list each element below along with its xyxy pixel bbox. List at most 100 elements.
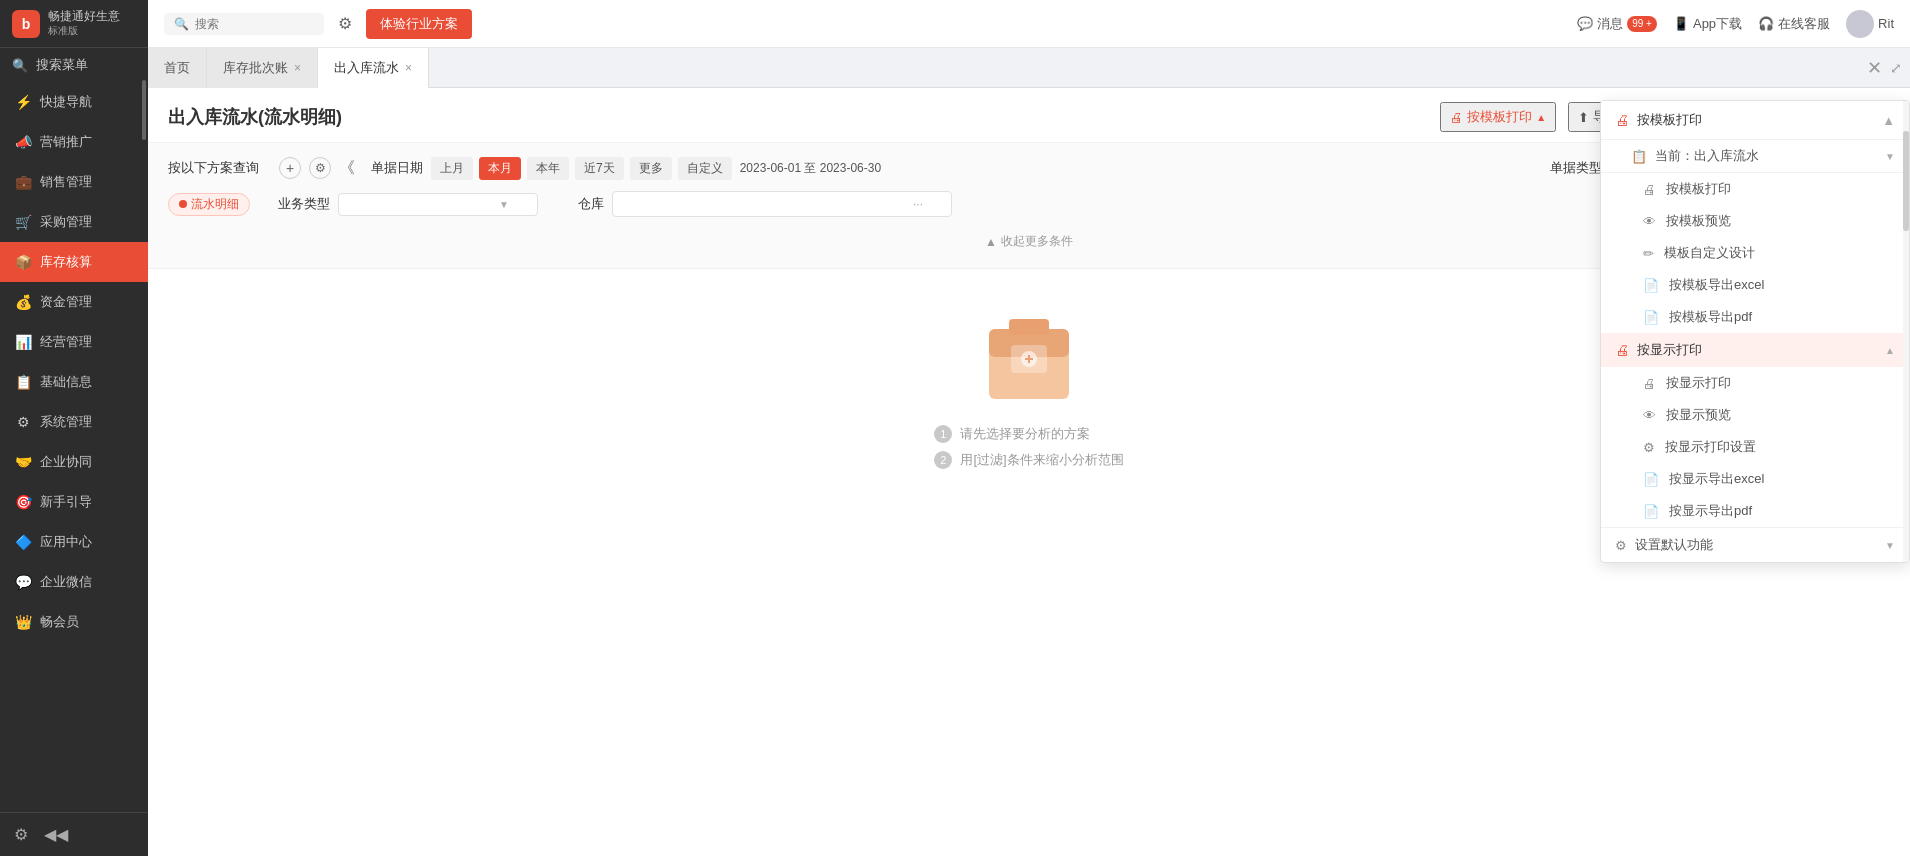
trial-button[interactable]: 体验行业方案: [366, 9, 472, 39]
dp-item-export-pdf-template[interactable]: 📄 按模板导出pdf: [1601, 301, 1909, 333]
chevron-up-icon: ▲: [985, 235, 997, 249]
sidebar-item-finance[interactable]: 💰 资金管理: [0, 282, 148, 322]
sidebar-item-label: 新手引导: [40, 493, 92, 511]
warehouse-more: ···: [913, 197, 923, 211]
business-type-label: 业务类型: [278, 195, 330, 213]
filter-label: 按以下方案查询: [168, 159, 259, 177]
tab-flow[interactable]: 出入库流水 ×: [318, 48, 429, 88]
date-btn-custom[interactable]: 自定义: [678, 157, 732, 180]
message-item[interactable]: 💬 消息 99 +: [1577, 15, 1657, 33]
sidebar-item-marketing[interactable]: 📣 营销推广: [0, 122, 148, 162]
filter-setting-button[interactable]: ⚙: [309, 157, 331, 179]
date-group: 上月 本月 本年 近7天 更多 自定义: [431, 157, 732, 180]
tab-batch-close[interactable]: ×: [294, 61, 301, 75]
page-title: 出入库流水(流水明细): [168, 105, 342, 129]
tab-flow-label: 出入库流水: [334, 59, 399, 77]
quick-nav-icon: ⚡: [14, 94, 32, 110]
printer-icon: 🖨: [1643, 182, 1656, 197]
user-name: Rit: [1878, 16, 1894, 31]
sidebar-item-operation[interactable]: 📊 经营管理: [0, 322, 148, 362]
warehouse-select[interactable]: ···: [612, 191, 952, 217]
dp-item-preview-display[interactable]: 👁 按显示预览: [1601, 399, 1909, 431]
sidebar-logo: b 畅捷通好生意 标准版: [0, 0, 148, 48]
date-btn-more[interactable]: 更多: [630, 157, 672, 180]
user-avatar: [1846, 10, 1874, 38]
sidebar-item-system[interactable]: ⚙ 系统管理: [0, 402, 148, 442]
set-default-caret-icon: ▼: [1885, 540, 1895, 551]
sidebar-item-label: 快捷导航: [40, 93, 92, 111]
headset-icon: 🎧: [1758, 16, 1774, 31]
sidebar-item-vip[interactable]: 👑 畅会员: [0, 602, 148, 642]
sidebar-item-wechat[interactable]: 💬 企业微信: [0, 562, 148, 602]
hint-2: 2 用[过滤]条件来缩小分析范围: [934, 451, 1123, 469]
app-badge: 标准版: [48, 24, 120, 38]
dp-item-design-template[interactable]: ✏ 模板自定义设计: [1601, 237, 1909, 269]
search-menu-item[interactable]: 🔍 搜索菜单: [0, 48, 148, 82]
svg-rect-2: [1009, 319, 1049, 335]
date-btn-this-month[interactable]: 本月: [479, 157, 521, 180]
current-caret-icon: ▼: [1885, 151, 1895, 162]
dp-header: 🖨 按模板打印 ▲: [1601, 101, 1909, 140]
message-badge: 99 +: [1627, 16, 1657, 32]
excel2-icon: 📄: [1643, 472, 1659, 487]
business-type-caret-icon: ▼: [499, 199, 509, 210]
sidebar-item-basic[interactable]: 📋 基础信息: [0, 362, 148, 402]
sidebar-item-label: 基础信息: [40, 373, 92, 391]
tab-flow-close[interactable]: ×: [405, 61, 412, 75]
cooperation-icon: 🤝: [14, 454, 32, 470]
current-selection-label: 当前：出入库流水: [1655, 147, 1759, 165]
expand-window-icon[interactable]: ⤢: [1890, 60, 1902, 76]
dp-item-export-excel-template[interactable]: 📄 按模板导出excel: [1601, 269, 1909, 301]
online-service-label: 在线客服: [1778, 15, 1830, 33]
pdf-icon: 📄: [1643, 310, 1659, 325]
business-type-select[interactable]: ▼: [338, 193, 538, 216]
tab-batch[interactable]: 库存批次账 ×: [207, 48, 318, 88]
collapse-icon[interactable]: ◀◀: [44, 825, 68, 844]
sidebar-item-label: 营销推广: [40, 133, 92, 151]
date-btn-last-month[interactable]: 上月: [431, 157, 473, 180]
dp-item-print-template[interactable]: 🖨 按模板打印: [1601, 173, 1909, 205]
sidebar-item-cooperation[interactable]: 🤝 企业协同: [0, 442, 148, 482]
date-btn-this-year[interactable]: 本年: [527, 157, 569, 180]
search-input[interactable]: [195, 17, 314, 31]
filter-chip[interactable]: 流水明细: [168, 193, 250, 216]
close-window-icon[interactable]: ✕: [1867, 57, 1882, 79]
pdf2-icon: 📄: [1643, 504, 1659, 519]
dp-display-print-section[interactable]: 🖨 按显示打印 ▲: [1601, 333, 1909, 367]
tab-bar: 首页 库存批次账 × 出入库流水 × ✕ ⤢: [148, 48, 1910, 88]
printer2-icon: 🖨: [1643, 376, 1656, 391]
settings-gear-icon[interactable]: ⚙: [338, 14, 352, 33]
operation-icon: 📊: [14, 334, 32, 350]
sidebar-item-inventory[interactable]: 📦 库存核算: [0, 242, 148, 282]
app-download-item[interactable]: 📱 App下载: [1673, 15, 1742, 33]
dp-scrollbar[interactable]: [1903, 101, 1909, 562]
sidebar-item-quick-nav[interactable]: ⚡ 快捷导航: [0, 82, 148, 122]
dp-item-print-settings-display[interactable]: ⚙ 按显示打印设置: [1601, 431, 1909, 463]
dp-item-preview-template[interactable]: 👁 按模板预览: [1601, 205, 1909, 237]
filter-add-button[interactable]: +: [279, 157, 301, 179]
doc-type-label: 单据类型: [1550, 159, 1602, 177]
dp-item-export-pdf-display[interactable]: 📄 按显示导出pdf: [1601, 495, 1909, 527]
guide-icon: 🎯: [14, 494, 32, 510]
filter-collapse-button[interactable]: 《: [339, 158, 355, 179]
print-template-button[interactable]: 🖨 按模板打印 ▲: [1440, 102, 1556, 132]
wechat-icon: 💬: [14, 574, 32, 590]
dp-chevron-up-icon[interactable]: ▲: [1882, 113, 1895, 128]
tab-home[interactable]: 首页: [148, 48, 207, 88]
settings-icon[interactable]: ⚙: [14, 825, 28, 844]
date-btn-7days[interactable]: 近7天: [575, 157, 624, 180]
dp-set-default[interactable]: ⚙ 设置默认功能 ▼: [1601, 527, 1909, 562]
online-service-item[interactable]: 🎧 在线客服: [1758, 15, 1830, 33]
app-name: 畅捷通好生意: [48, 9, 120, 25]
user-profile[interactable]: Rit: [1846, 10, 1894, 38]
settings3-icon: ⚙: [1615, 538, 1627, 553]
sidebar-item-apps[interactable]: 🔷 应用中心: [0, 522, 148, 562]
search-menu-label: 搜索菜单: [36, 56, 88, 74]
sidebar-item-sales[interactable]: 💼 销售管理: [0, 162, 148, 202]
sidebar-item-guide[interactable]: 🎯 新手引导: [0, 482, 148, 522]
topbar-search[interactable]: 🔍: [164, 13, 324, 35]
dp-item-export-excel-display[interactable]: 📄 按显示导出excel: [1601, 463, 1909, 495]
sidebar-item-purchase[interactable]: 🛒 采购管理: [0, 202, 148, 242]
dp-item-print-display[interactable]: 🖨 按显示打印: [1601, 367, 1909, 399]
sales-icon: 💼: [14, 174, 32, 190]
